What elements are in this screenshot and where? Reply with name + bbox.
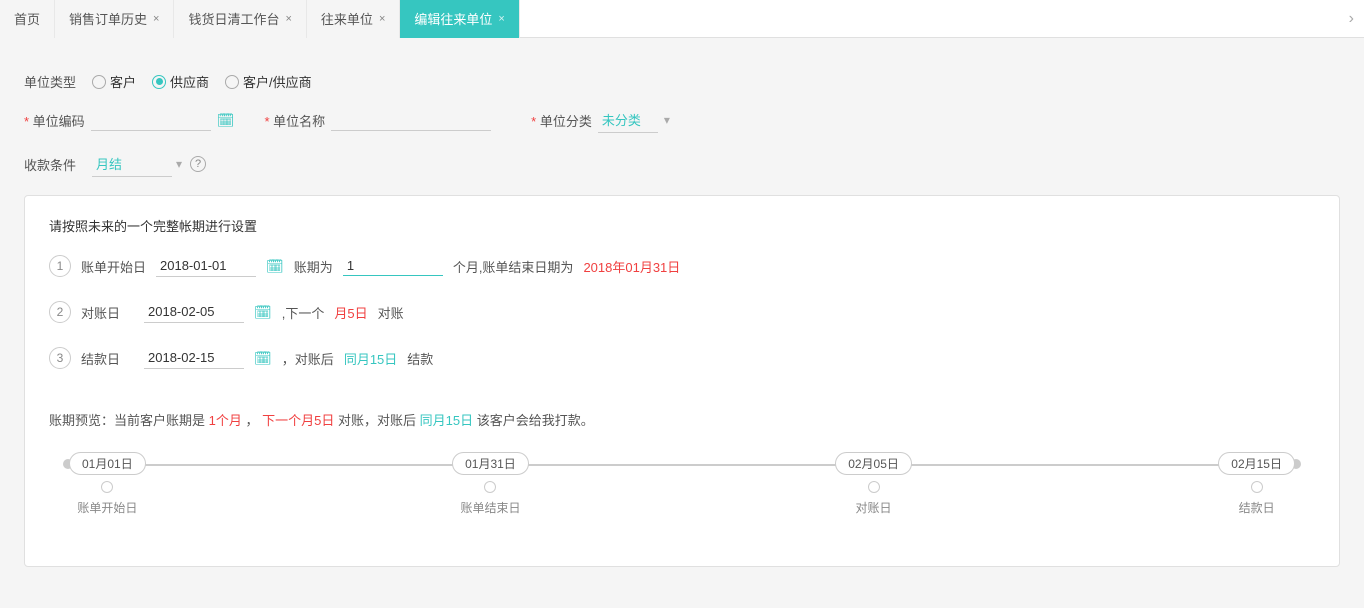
radio-both[interactable]: 客户/供应商 xyxy=(225,72,312,91)
step1-end-date: 2018年01月31日 xyxy=(583,257,680,276)
unit-code-input[interactable]: 000001 xyxy=(91,109,211,131)
timeline-date-1: 01月01日 xyxy=(69,452,146,475)
unit-category-group: 单位分类 未分类 ▾ xyxy=(531,107,670,133)
settings-card: 请按照未来的一个完整帐期进行设置 1 账单开始日 🗓 账期为 个月,账单结束日期… xyxy=(24,195,1340,567)
step1-date-input[interactable] xyxy=(156,255,256,277)
step3-highlight: 同月15日 xyxy=(344,349,397,368)
preview-label: 账期预览：当前客户账期是 xyxy=(49,413,205,428)
close-icon[interactable]: × xyxy=(285,13,291,25)
step1-suffix-after: 个月,账单结束日期为 xyxy=(453,257,574,276)
radio-customer[interactable]: 客户 xyxy=(92,72,136,91)
step-num-2: 2 xyxy=(49,301,71,323)
timeline-point-4: 02月15日 结款日 xyxy=(1218,452,1295,516)
step3-calendar-icon[interactable]: 🗓 xyxy=(254,350,272,367)
tabs-bar: 首页 销售订单历史 × 钱货日清工作台 × 往来单位 × 编辑往来单位 × › xyxy=(0,0,1364,38)
step-num-3: 3 xyxy=(49,347,71,369)
timeline-label-2: 账单结束日 xyxy=(460,499,520,516)
tab-sales-order-history[interactable]: 销售订单历史 × xyxy=(55,0,174,38)
payment-terms-row: 收款条件 月结 ▾ ? xyxy=(24,151,1340,177)
step3-date-input[interactable] xyxy=(144,347,244,369)
tabs-more-button[interactable]: › xyxy=(1339,10,1364,28)
timeline-point-2: 01月31日 账单结束日 xyxy=(452,452,529,516)
timeline-container: 01月01日 账单开始日 01月31日 账单结束日 02月05日 对账 xyxy=(49,452,1315,516)
step2-date-input[interactable] xyxy=(144,301,244,323)
payment-terms-value[interactable]: 月结 xyxy=(92,151,172,177)
step1-calendar-icon[interactable]: 🗓 xyxy=(266,258,284,275)
preview-sep1: ， xyxy=(246,413,259,428)
step-row-2: 2 对账日 🗓 ,下一个 月5日 对账 xyxy=(49,301,1315,323)
step2-prefix: ,下一个 xyxy=(282,303,325,322)
tab-cash-work[interactable]: 钱货日清工作台 × xyxy=(174,0,306,38)
preview-hl1: 1个月 xyxy=(209,413,242,428)
radio-supplier[interactable]: 供应商 xyxy=(152,72,209,91)
close-icon[interactable]: × xyxy=(498,13,504,25)
step-row-3: 3 结款日 🗓 ，对账后 同月15日 结款 xyxy=(49,347,1315,369)
radio-circle-supplier xyxy=(152,75,166,89)
payment-terms-label: 收款条件 xyxy=(24,155,76,174)
preview-text: 账期预览：当前客户账期是 1个月 ， 下一个月5日 对账，对账后 同月15日 该… xyxy=(49,409,1315,432)
tab-partner[interactable]: 往来单位 × xyxy=(307,0,400,38)
timeline-dot-2 xyxy=(484,481,496,493)
timeline-points: 01月01日 账单开始日 01月31日 账单结束日 02月05日 对账 xyxy=(69,452,1295,516)
preview-end: 该客户会给我打款。 xyxy=(477,413,594,428)
timeline-dot-4 xyxy=(1251,481,1263,493)
tab-edit-partner[interactable]: 编辑往来单位 × xyxy=(400,0,519,38)
timeline-date-3: 02月05日 xyxy=(835,452,912,475)
preview-hl3: 同月15日 xyxy=(420,413,473,428)
timeline-date-2: 01月31日 xyxy=(452,452,529,475)
step2-suffix: 对账 xyxy=(378,303,404,322)
step2-highlight: 月5日 xyxy=(334,303,367,322)
timeline-point-3: 02月05日 对账日 xyxy=(835,452,912,516)
timeline-label-3: 对账日 xyxy=(856,499,892,516)
card-instruction: 请按照未来的一个完整帐期进行设置 xyxy=(49,216,1315,235)
step-num-1: 1 xyxy=(49,255,71,277)
step2-calendar-icon[interactable]: 🗓 xyxy=(254,304,272,321)
unit-category-value: 未分类 xyxy=(598,107,658,133)
step-label-1: 账单开始日 xyxy=(81,257,146,276)
radio-circle-both xyxy=(225,75,239,89)
timeline-label-1: 账单开始日 xyxy=(77,499,137,516)
timeline-point-1: 01月01日 账单开始日 xyxy=(69,452,146,516)
unit-name-input[interactable]: 河南供应商22 xyxy=(331,109,491,131)
payment-terms-dropdown-icon[interactable]: ▾ xyxy=(176,157,182,171)
step3-suffix: 结款 xyxy=(407,349,433,368)
unit-code-group: 单位编码 000001 🗓 xyxy=(24,109,234,131)
step3-prefix: ，对账后 xyxy=(282,349,334,368)
unit-type-label: 单位类型 xyxy=(24,72,76,91)
timeline-dot-3 xyxy=(868,481,880,493)
step1-suffix-before: 账期为 xyxy=(294,257,333,276)
unit-info-row: 单位编码 000001 🗓 单位名称 河南供应商22 单位分类 未分类 ▾ xyxy=(24,107,1340,133)
preview-mid2: 对账，对账后 xyxy=(338,413,416,428)
step-label-3: 结款日 xyxy=(81,349,120,368)
step-label-2: 对账日 xyxy=(81,303,120,322)
close-icon[interactable]: × xyxy=(379,13,385,25)
unit-category-label: 单位分类 xyxy=(531,111,592,130)
unit-name-label: 单位名称 xyxy=(264,111,325,130)
payment-terms-select: 月结 ▾ xyxy=(92,151,182,177)
unit-type-row: 单位类型 客户 供应商 客户/供应商 xyxy=(24,72,1340,91)
calendar-icon[interactable]: 🗓 xyxy=(217,112,235,129)
help-icon[interactable]: ? xyxy=(190,156,206,172)
unit-name-group: 单位名称 河南供应商22 xyxy=(264,109,491,131)
tab-home[interactable]: 首页 xyxy=(0,0,55,38)
timeline-label-4: 结款日 xyxy=(1239,499,1275,516)
unit-type-radio-group: 客户 供应商 客户/供应商 xyxy=(92,72,312,91)
close-icon[interactable]: × xyxy=(153,13,159,25)
main-content: 单位类型 客户 供应商 客户/供应商 单位编码 000001 🗓 单位名称 河南… xyxy=(0,38,1364,567)
step-row-1: 1 账单开始日 🗓 账期为 个月,账单结束日期为 2018年01月31日 xyxy=(49,255,1315,277)
step1-period-input[interactable] xyxy=(343,256,443,276)
unit-code-label: 单位编码 xyxy=(24,111,85,130)
timeline-dot-1 xyxy=(101,481,113,493)
preview-hl2: 下一个月5日 xyxy=(262,413,334,428)
preview-section: 账期预览：当前客户账期是 1个月 ， 下一个月5日 对账，对账后 同月15日 该… xyxy=(49,393,1315,516)
timeline-date-4: 02月15日 xyxy=(1218,452,1295,475)
radio-circle-customer xyxy=(92,75,106,89)
unit-category-dropdown-icon[interactable]: ▾ xyxy=(664,113,670,127)
